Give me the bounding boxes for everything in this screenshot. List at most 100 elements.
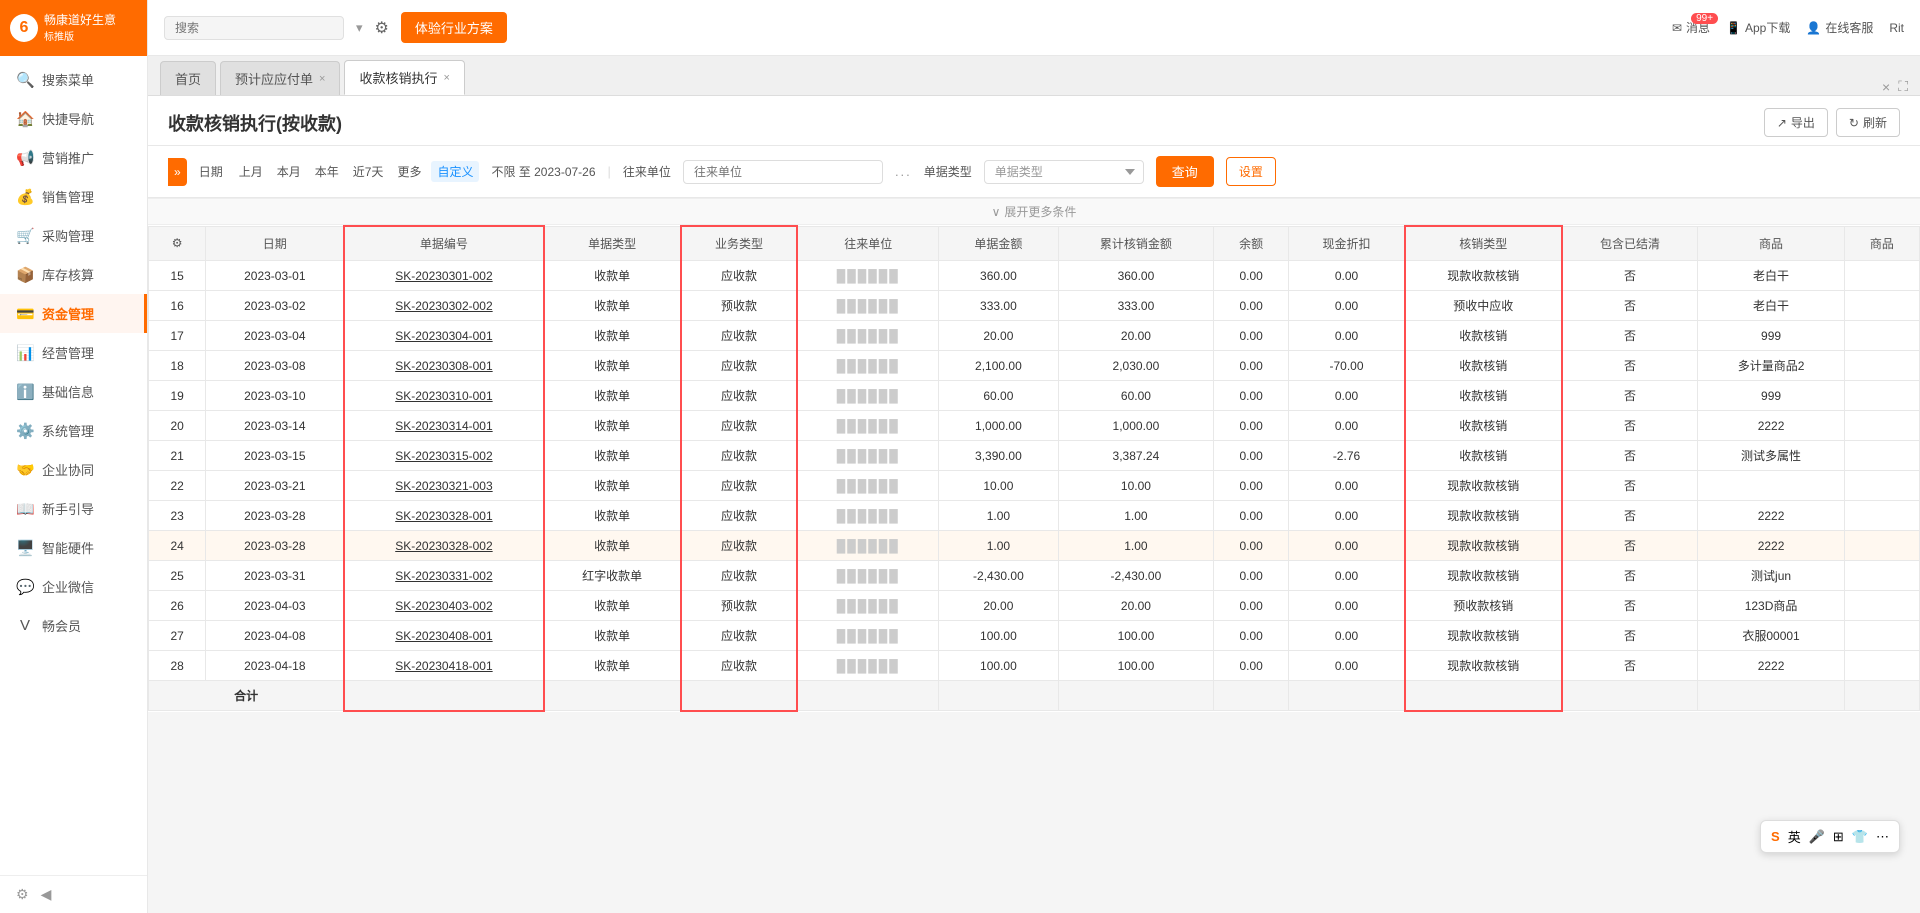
collapse-icon[interactable]: ◀ [41, 886, 52, 903]
service-button[interactable]: 👤 在线客服 [1806, 19, 1873, 36]
table-cell: 0.00 [1214, 411, 1289, 441]
tab-receivable[interactable]: 预计应应付单 × [220, 61, 340, 95]
sidebar-item-weixin[interactable]: 💬 企业微信 [0, 567, 147, 606]
settings-icon[interactable]: ⚙ [16, 886, 29, 903]
table-cell: 衣服00001 [1698, 621, 1844, 651]
bill-no-cell[interactable]: SK-20230301-002 [344, 261, 543, 291]
window-close-icon[interactable]: × [1882, 79, 1890, 95]
gear-icon[interactable]: ⚙ [375, 18, 389, 38]
table-cell: 0.00 [1214, 651, 1289, 681]
table-cell: ██████ [797, 561, 938, 591]
table-row: 172023-03-04SK-20230304-001收款单应收款██████2… [149, 321, 1920, 351]
fullscreen-icon[interactable]: ⛶ [1898, 78, 1908, 95]
tab-home[interactable]: 首页 [160, 61, 216, 95]
float-shirt-icon[interactable]: 👕 [1852, 829, 1868, 845]
more-options-icon[interactable]: ... [895, 164, 912, 179]
setting-button[interactable]: 设置 [1226, 157, 1276, 186]
sidebar-item-hardware[interactable]: 🖥️ 智能硬件 [0, 528, 147, 567]
sidebar-item-label: 库存核算 [42, 265, 94, 284]
table-cell: 否 [1562, 411, 1698, 441]
sidebar-item-finance[interactable]: 💳 资金管理 [0, 294, 147, 333]
sidebar-item-system[interactable]: ⚙️ 系统管理 [0, 411, 147, 450]
float-brand-label[interactable]: 英 [1788, 827, 1801, 846]
query-button[interactable]: 查询 [1156, 156, 1214, 187]
table-cell: 否 [1562, 501, 1698, 531]
table-cell: 100.00 [939, 621, 1059, 651]
solution-button[interactable]: 体验行业方案 [401, 12, 507, 43]
table-cell: 收款单 [544, 291, 681, 321]
float-mic-icon[interactable]: 🎤 [1809, 829, 1825, 845]
table-cell: ██████ [797, 501, 938, 531]
sidebar-item-label: 新手引导 [42, 499, 94, 518]
biz-type-cell: 应收款 [681, 321, 798, 351]
float-apps-icon[interactable]: ⋯ [1876, 829, 1889, 845]
refresh-icon: ↻ [1849, 116, 1859, 130]
bill-type-select[interactable]: 单据类型 [984, 160, 1144, 184]
sidebar-item-quick[interactable]: 🏠 快捷导航 [0, 99, 147, 138]
user-profile[interactable]: Rit [1889, 21, 1904, 35]
bill-no-cell[interactable]: SK-20230308-001 [344, 351, 543, 381]
bill-no-cell[interactable]: SK-20230408-001 [344, 621, 543, 651]
table-cell: 0.00 [1214, 321, 1289, 351]
bill-no-cell[interactable]: SK-20230328-002 [344, 531, 543, 561]
table-cell: 1,000.00 [939, 411, 1059, 441]
sidebar-item-marketing[interactable]: 📢 营销推广 [0, 138, 147, 177]
date-this-month-btn[interactable]: 本月 [273, 161, 305, 182]
sidebar-item-operations[interactable]: 📊 经营管理 [0, 333, 147, 372]
sidebar-item-inventory[interactable]: 📦 库存核算 [0, 255, 147, 294]
tab-writeoff-close[interactable]: × [443, 72, 449, 84]
filter-toggle-button[interactable]: » [168, 158, 187, 186]
sidebar-item-member[interactable]: V 畅会员 [0, 606, 147, 645]
col-discount: 现金折扣 [1289, 226, 1405, 261]
bill-no-cell[interactable]: SK-20230315-002 [344, 441, 543, 471]
bill-no-cell[interactable]: SK-20230331-002 [344, 561, 543, 591]
refresh-button[interactable]: ↻ 刷新 [1836, 108, 1900, 137]
date-last-month-btn[interactable]: 上月 [235, 161, 267, 182]
tab-writeoff[interactable]: 收款核销执行 × [344, 60, 464, 95]
table-cell: 360.00 [1058, 261, 1213, 291]
bill-no-cell[interactable]: SK-20230310-001 [344, 381, 543, 411]
table-cell: 26 [149, 591, 206, 621]
expand-label: 展开更多条件 [1004, 203, 1076, 220]
table-cell: 22 [149, 471, 206, 501]
col-balance: 余额 [1214, 226, 1289, 261]
float-grid-icon[interactable]: ⊞ [1833, 829, 1844, 845]
table-cell: 21 [149, 441, 206, 471]
partner-input[interactable] [683, 160, 883, 184]
expand-conditions-bar[interactable]: ∨ 展开更多条件 [148, 198, 1920, 225]
app-download-button[interactable]: 📱 App下载 [1726, 19, 1790, 36]
bill-no-cell[interactable]: SK-20230304-001 [344, 321, 543, 351]
table-cell: 10.00 [1058, 471, 1213, 501]
member-icon: V [16, 617, 34, 634]
dropdown-arrow-icon[interactable]: ▾ [356, 20, 363, 36]
sidebar-item-basic[interactable]: ℹ️ 基础信息 [0, 372, 147, 411]
table-cell: 否 [1562, 321, 1698, 351]
table-container[interactable]: ⚙ 日期 单据编号 单据类型 业务类型 往来单位 单据金额 累计核销金额 余额 … [148, 225, 1920, 913]
sidebar-item-enterprise[interactable]: 🤝 企业协同 [0, 450, 147, 489]
table-cell: 2023-03-14 [206, 411, 344, 441]
message-button[interactable]: ✉ 消息 99+ [1672, 19, 1710, 36]
tab-receivable-close[interactable]: × [319, 73, 325, 85]
bill-no-cell[interactable]: SK-20230418-001 [344, 651, 543, 681]
bill-no-cell[interactable]: SK-20230321-003 [344, 471, 543, 501]
date-7days-btn[interactable]: 近7天 [349, 161, 388, 182]
col-settings[interactable]: ⚙ [149, 226, 206, 261]
sidebar-item-sales[interactable]: 💰 销售管理 [0, 177, 147, 216]
sidebar-item-label: 销售管理 [42, 187, 94, 206]
bill-no-cell[interactable]: SK-20230302-002 [344, 291, 543, 321]
date-custom-btn[interactable]: 自定义 [431, 161, 479, 182]
bill-type-label: 单据类型 [924, 163, 972, 180]
bill-no-cell[interactable]: SK-20230403-002 [344, 591, 543, 621]
sidebar-item-search[interactable]: 🔍 搜索菜单 [0, 60, 147, 99]
search-input[interactable] [164, 16, 344, 40]
date-more-btn[interactable]: 更多 [393, 161, 425, 182]
bill-no-cell[interactable]: SK-20230314-001 [344, 411, 543, 441]
sidebar-item-guide[interactable]: 📖 新手引导 [0, 489, 147, 528]
table-cell: 999 [1698, 321, 1844, 351]
writeoff-type-cell: 现款收款核销 [1405, 621, 1562, 651]
export-button[interactable]: ↗ 导出 [1764, 108, 1828, 137]
date-this-year-btn[interactable]: 本年 [311, 161, 343, 182]
bill-no-cell[interactable]: SK-20230328-001 [344, 501, 543, 531]
sidebar-item-label: 采购管理 [42, 226, 94, 245]
sidebar-item-purchase[interactable]: 🛒 采购管理 [0, 216, 147, 255]
